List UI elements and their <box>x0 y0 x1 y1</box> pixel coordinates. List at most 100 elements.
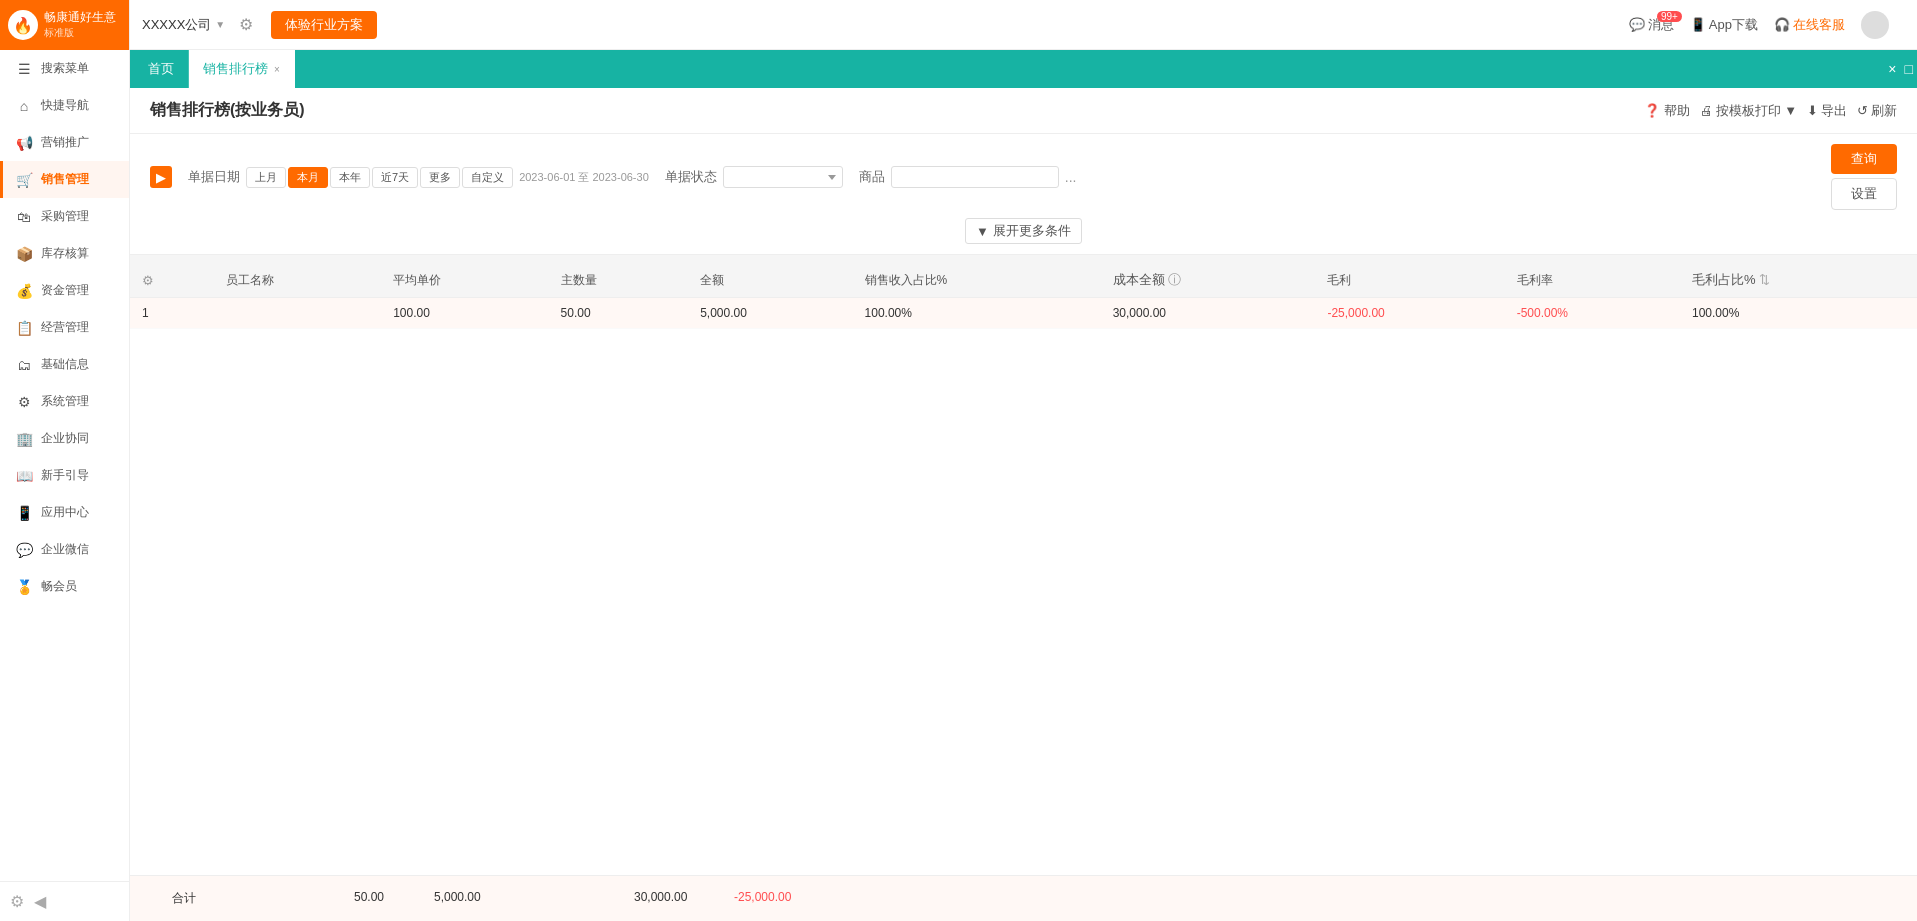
sidebar-item-inventory[interactable]: 📦 库存核算 <box>0 235 129 272</box>
filter-toggle-button[interactable]: ▶ <box>150 166 172 188</box>
headset-icon: 🎧 <box>1774 17 1790 32</box>
help-label: 帮助 <box>1664 102 1690 120</box>
sidebar-item-label: 销售管理 <box>41 171 89 188</box>
table-footer: 合计 50.00 5,000.00 30,000.00 -25,000.00 <box>130 875 1917 921</box>
sidebar-item-system[interactable]: ⚙ 系统管理 <box>0 383 129 420</box>
sidebar: 🔥 畅康通好生意 标准版 ☰ 搜索菜单 ⌂ 快捷导航 📢 营销推广 🛒 销售管理… <box>0 0 130 921</box>
page-title: 销售排行榜(按业务员) <box>150 100 1644 121</box>
print-button[interactable]: 🖨 按模板打印 ▼ <box>1700 102 1797 120</box>
sidebar-item-member[interactable]: 🏅 畅会员 <box>0 568 129 605</box>
message-icon: 💬 <box>1629 17 1645 32</box>
query-button[interactable]: 查询 <box>1831 144 1897 174</box>
table-row: 1 100.00 50.00 5,000.00 100.00% 30,000.0… <box>130 298 1917 329</box>
building-icon: 🏢 <box>15 431 33 447</box>
filter-tab-more[interactable]: 更多 <box>420 167 460 188</box>
window-maximize-icon[interactable]: □ <box>1905 61 1913 77</box>
logo-name: 畅康通好生意 <box>44 10 116 26</box>
app-download-button[interactable]: 📱 App下载 <box>1690 16 1758 34</box>
filter-tab-this-year[interactable]: 本年 <box>330 167 370 188</box>
col-gross-pct: 毛利占比% ⇅ <box>1680 263 1917 298</box>
expand-icon: ▼ <box>976 224 989 239</box>
sidebar-item-label: 企业微信 <box>41 541 89 558</box>
sidebar-item-sales[interactable]: 🛒 销售管理 <box>0 161 129 198</box>
settings-icon[interactable]: ⚙ <box>10 892 24 911</box>
sidebar-item-label: 企业协同 <box>41 430 89 447</box>
goods-filter-more-icon[interactable]: ... <box>1065 169 1077 185</box>
filter-row-1: ▶ 单据日期 上月 本月 本年 近7天 更多 自定义 2023-06-01 至 … <box>150 144 1897 210</box>
sidebar-item-guide[interactable]: 📖 新手引导 <box>0 457 129 494</box>
refresh-button[interactable]: ↺ 刷新 <box>1857 102 1897 120</box>
date-filter-tabs: 上月 本月 本年 近7天 更多 自定义 <box>246 167 513 188</box>
sidebar-item-label: 新手引导 <box>41 467 89 484</box>
phone-icon: 📱 <box>15 505 33 521</box>
user-avatar[interactable] <box>1861 11 1889 39</box>
company-selector[interactable]: XXXXX公司 ▼ <box>142 16 225 34</box>
topbar-settings-icon[interactable]: ⚙ <box>239 15 253 34</box>
sidebar-item-enterprise-coop[interactable]: 🏢 企业协同 <box>0 420 129 457</box>
column-settings-icon[interactable]: ⚙ <box>142 273 154 288</box>
col-gross: 毛利 <box>1315 263 1504 298</box>
cell-gross-rate: -500.00% <box>1505 298 1680 329</box>
print-label: 按模板打印 <box>1716 102 1781 120</box>
filter-tab-last-month[interactable]: 上月 <box>246 167 286 188</box>
expand-more-button[interactable]: ▼ 展开更多条件 <box>965 218 1082 244</box>
help-button[interactable]: ❓ 帮助 <box>1644 102 1690 120</box>
gear-icon: ⚙ <box>15 394 33 410</box>
page-header: 销售排行榜(按业务员) ❓ 帮助 🖨 按模板打印 ▼ ⬇ 导出 ↺ 刷新 <box>130 88 1917 134</box>
goods-filter-input[interactable] <box>891 166 1059 188</box>
sidebar-item-label: 资金管理 <box>41 282 89 299</box>
sidebar-item-marketing[interactable]: 📢 营销推广 <box>0 124 129 161</box>
filter-tab-7days[interactable]: 近7天 <box>372 167 418 188</box>
collapse-icon[interactable]: ◀ <box>34 892 46 911</box>
sidebar-item-purchase[interactable]: 🛍 采购管理 <box>0 198 129 235</box>
sidebar-item-finance[interactable]: 💰 资金管理 <box>0 272 129 309</box>
col-amount: 全额 <box>688 263 852 298</box>
settings-button[interactable]: 设置 <box>1831 178 1897 210</box>
tab-home[interactable]: 首页 <box>134 50 189 88</box>
medal-icon: 🏅 <box>15 579 33 595</box>
col-gear[interactable]: ⚙ <box>130 263 214 298</box>
goods-filter-label: 商品 <box>859 168 885 186</box>
box-icon: 📦 <box>15 246 33 262</box>
filter-tab-custom[interactable]: 自定义 <box>462 167 513 188</box>
status-filter-select[interactable] <box>723 166 843 188</box>
nav-tabs: 首页 销售排行榜 × × □ <box>130 50 1917 88</box>
page-content: 销售排行榜(按业务员) ❓ 帮助 🖨 按模板打印 ▼ ⬇ 导出 ↺ 刷新 <box>130 88 1917 921</box>
cell-gross: -25,000.00 <box>1315 298 1504 329</box>
cost-label: 成本全额 <box>1113 272 1165 287</box>
tab-close-icon[interactable]: × <box>274 64 280 75</box>
export-icon: ⬇ <box>1807 103 1818 118</box>
trial-button[interactable]: 体验行业方案 <box>271 11 377 39</box>
filter-tab-this-month[interactable]: 本月 <box>288 167 328 188</box>
col-cost: 成本全额 ⓘ <box>1101 263 1316 298</box>
print-dropdown-icon: ▼ <box>1784 103 1797 118</box>
filter-goods: 商品 ... <box>859 166 1077 188</box>
company-dropdown-icon: ▼ <box>215 19 225 30</box>
online-service-button[interactable]: 🎧 在线客服 <box>1774 16 1845 34</box>
tab-sales-rank[interactable]: 销售排行榜 × <box>189 50 295 88</box>
cost-info-icon[interactable]: ⓘ <box>1168 272 1181 287</box>
sidebar-item-quick-nav[interactable]: ⌂ 快捷导航 <box>0 87 129 124</box>
phone-icon: 📱 <box>1690 17 1706 32</box>
chat-icon: 💬 <box>15 542 33 558</box>
gross-pct-sort-icon[interactable]: ⇅ <box>1759 272 1770 287</box>
filter-status: 单据状态 <box>665 166 843 188</box>
sidebar-item-app-center[interactable]: 📱 应用中心 <box>0 494 129 531</box>
refresh-label: 刷新 <box>1871 102 1897 120</box>
export-button[interactable]: ⬇ 导出 <box>1807 102 1847 120</box>
sidebar-item-search[interactable]: ☰ 搜索菜单 <box>0 50 129 87</box>
action-buttons: 查询 设置 <box>1831 144 1897 210</box>
sidebar-item-enterprise-wechat[interactable]: 💬 企业微信 <box>0 531 129 568</box>
message-button[interactable]: 💬 消息 99+ <box>1629 16 1674 34</box>
sidebar-item-operation[interactable]: 📋 经营管理 <box>0 309 129 346</box>
footer-avg-price <box>262 884 342 913</box>
window-minimize-icon[interactable]: × <box>1888 61 1896 77</box>
col-avg-price: 平均单价 <box>381 263 548 298</box>
sidebar-footer: ⚙ ◀ <box>0 881 129 921</box>
sidebar-item-base-info[interactable]: 🗂 基础信息 <box>0 346 129 383</box>
bag-icon: 🛍 <box>15 209 33 225</box>
data-table: ⚙ 员工名称 平均单价 主数量 全额 销售收入占比% 成本全额 ⓘ 毛利 毛利率 <box>130 263 1917 329</box>
sidebar-item-label: 基础信息 <box>41 356 89 373</box>
sidebar-item-label: 应用中心 <box>41 504 89 521</box>
col-sales-pct: 销售收入占比% <box>853 263 1101 298</box>
